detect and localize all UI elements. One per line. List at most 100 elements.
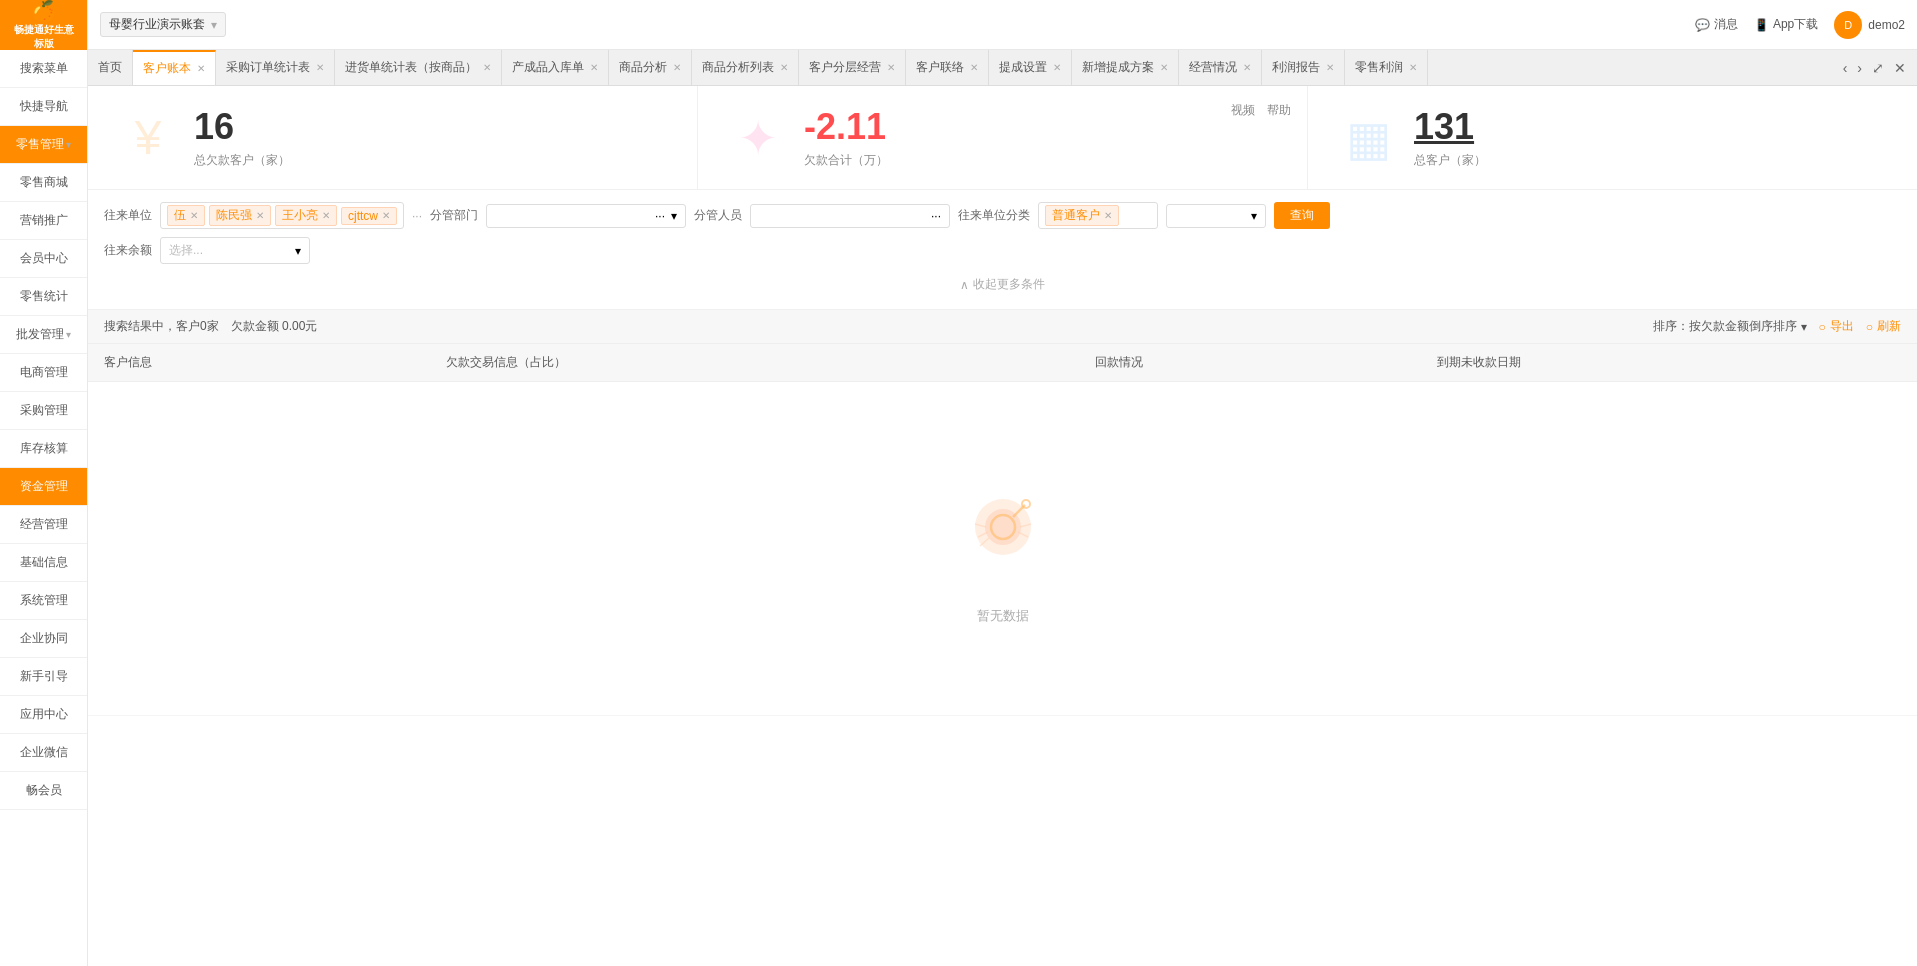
sidebar-item-18[interactable]: 企业微信 [0, 734, 87, 772]
empty-text: 暂无数据 [977, 607, 1029, 625]
message-icon: 💬 [1695, 18, 1710, 32]
sidebar-item-17[interactable]: 应用中心 [0, 696, 87, 734]
tab-label: 提成设置 [999, 59, 1047, 76]
filter-row-2: 往来余额 选择... ▾ [104, 237, 1901, 264]
unit-more-icon[interactable]: ··· [412, 209, 422, 223]
tab-scroll-right[interactable]: › [1854, 60, 1865, 76]
sidebar-item-label: 新手引导 [20, 669, 68, 683]
dept-selector[interactable]: ··· ▾ [486, 204, 686, 228]
sort-arrow-icon: ▾ [1801, 320, 1807, 334]
person-selector[interactable]: ··· [750, 204, 950, 228]
person-filter-label: 分管人员 [694, 207, 742, 224]
user-profile[interactable]: D demo2 [1834, 11, 1905, 39]
sidebar-item-8[interactable]: 电商管理 [0, 354, 87, 392]
tag-remove-icon[interactable]: ✕ [322, 210, 330, 221]
tab-close-icon[interactable]: ✕ [1243, 62, 1251, 73]
refresh-button[interactable]: ○ 刷新 [1866, 318, 1901, 335]
tab-11[interactable]: 经营情况✕ [1179, 50, 1262, 86]
tab-close-icon[interactable]: ✕ [1160, 62, 1168, 73]
tab-close-icon[interactable]: ✕ [316, 62, 324, 73]
app-subtitle: 标版 [14, 37, 74, 51]
empty-state: 暂无数据 [104, 392, 1901, 705]
tag-remove-icon[interactable]: ✕ [1104, 210, 1112, 221]
tab-8[interactable]: 客户联络✕ [906, 50, 989, 86]
tabbar-controls: ‹ › ⤢ ✕ [1832, 60, 1917, 76]
sidebar-item-4[interactable]: 营销推广 [0, 202, 87, 240]
collapse-button[interactable]: ∧ 收起更多条件 [960, 276, 1045, 293]
tab-1[interactable]: 客户账本✕ [133, 50, 216, 86]
sidebar-item-label: 资金管理 [20, 479, 68, 493]
tab-close-icon[interactable]: ✕ [1409, 62, 1417, 73]
tab-fullscreen[interactable]: ⤢ [1869, 60, 1887, 76]
total-value[interactable]: 131 [1414, 106, 1486, 148]
sidebar-item-16[interactable]: 新手引导 [0, 658, 87, 696]
sidebar-item-13[interactable]: 基础信息 [0, 544, 87, 582]
stat-info-debt: -2.11 欠款合计（万） [804, 106, 888, 169]
tab-4[interactable]: 产成品入库单✕ [502, 50, 609, 86]
tag-remove-icon[interactable]: ✕ [256, 210, 264, 221]
sidebar-item-15[interactable]: 企业协同 [0, 620, 87, 658]
tab-scroll-left[interactable]: ‹ [1840, 60, 1851, 76]
app-download-button[interactable]: 📱 App下载 [1754, 16, 1818, 33]
tag-remove-icon[interactable]: ✕ [382, 210, 390, 221]
tab-close-icon[interactable]: ✕ [887, 62, 895, 73]
balance-filter-label: 往来余额 [104, 242, 152, 259]
sort-selector[interactable]: 排序：按欠款金额倒序排序 ▾ [1653, 318, 1807, 335]
tab-close-all[interactable]: ✕ [1891, 60, 1909, 76]
tab-12[interactable]: 利润报告✕ [1262, 50, 1345, 86]
sidebar-item-6[interactable]: 零售统计 [0, 278, 87, 316]
unit-tag-3: cjttcw✕ [341, 207, 397, 225]
sidebar-item-10[interactable]: 库存核算 [0, 430, 87, 468]
tag-label: 王小亮 [282, 207, 318, 224]
video-help-button[interactable]: 视频 [1231, 102, 1255, 119]
tab-7[interactable]: 客户分层经营 ✕ [799, 50, 906, 86]
search-result-text: 搜索结果中，客户0家 [104, 318, 219, 335]
account-selector[interactable]: 母婴行业演示账套 ▾ [100, 12, 226, 37]
tab-label: 商品分析 [619, 59, 667, 76]
tab-6[interactable]: 商品分析列表✕ [692, 50, 799, 86]
export-label: 导出 [1830, 318, 1854, 335]
category-tag-group: 普通客户✕ [1038, 202, 1158, 229]
sidebar-item-7[interactable]: 批发管理 ▾ [0, 316, 87, 354]
svg-point-4 [1022, 500, 1030, 508]
sidebar-item-1[interactable]: 快捷导航 [0, 88, 87, 126]
category-selector[interactable]: ▾ [1166, 204, 1266, 228]
sidebar-item-label: 企业协同 [20, 631, 68, 645]
tab-0[interactable]: 首页 [88, 50, 133, 86]
query-button[interactable]: 查询 [1274, 202, 1330, 229]
sidebar-item-2[interactable]: 零售管理 ▾ [0, 126, 87, 164]
help-button[interactable]: 帮助 [1267, 102, 1291, 119]
tab-9[interactable]: 提成设置 ✕ [989, 50, 1072, 86]
export-button[interactable]: ○ 导出 [1819, 318, 1854, 335]
tab-10[interactable]: 新增提成方案✕ [1072, 50, 1179, 86]
tab-close-icon[interactable]: ✕ [780, 62, 788, 73]
balance-selector[interactable]: 选择... ▾ [160, 237, 310, 264]
tab-close-icon[interactable]: ✕ [197, 63, 205, 74]
tab-2[interactable]: 采购订单统计表✕ [216, 50, 335, 86]
tab-close-icon[interactable]: ✕ [1053, 62, 1061, 73]
building-icon: ▦ [1338, 108, 1398, 168]
tab-5[interactable]: 商品分析 ✕ [609, 50, 692, 86]
sidebar-item-12[interactable]: 经营管理 [0, 506, 87, 544]
sidebar-item-14[interactable]: 系统管理 [0, 582, 87, 620]
sidebar-logo[interactable]: 🍊 畅捷通好生意 标版 [0, 0, 87, 50]
tab-13[interactable]: 零售利润✕ [1345, 50, 1428, 86]
tab-close-icon[interactable]: ✕ [590, 62, 598, 73]
tag-remove-icon[interactable]: ✕ [190, 210, 198, 221]
tab-close-icon[interactable]: ✕ [970, 62, 978, 73]
sidebar-item-3[interactable]: 零售商城 [0, 164, 87, 202]
sidebar-item-11[interactable]: 资金管理 [0, 468, 87, 506]
tab-close-icon[interactable]: ✕ [673, 62, 681, 73]
message-button[interactable]: 💬 消息 [1695, 16, 1738, 33]
tab-close-icon[interactable]: ✕ [483, 62, 491, 73]
tab-3[interactable]: 进货单统计表（按商品）✕ [335, 50, 502, 86]
sidebar-item-label: 系统管理 [20, 593, 68, 607]
sidebar-item-5[interactable]: 会员中心 [0, 240, 87, 278]
balance-placeholder: 选择... [169, 242, 203, 259]
sidebar-item-19[interactable]: 畅会员 [0, 772, 87, 810]
sidebar-item-0[interactable]: 搜索菜单 [0, 50, 87, 88]
tab-label: 客户分层经营 [809, 59, 881, 76]
tab-close-icon[interactable]: ✕ [1326, 62, 1334, 73]
sidebar-item-9[interactable]: 采购管理 [0, 392, 87, 430]
category-tag-0: 普通客户✕ [1045, 205, 1119, 226]
